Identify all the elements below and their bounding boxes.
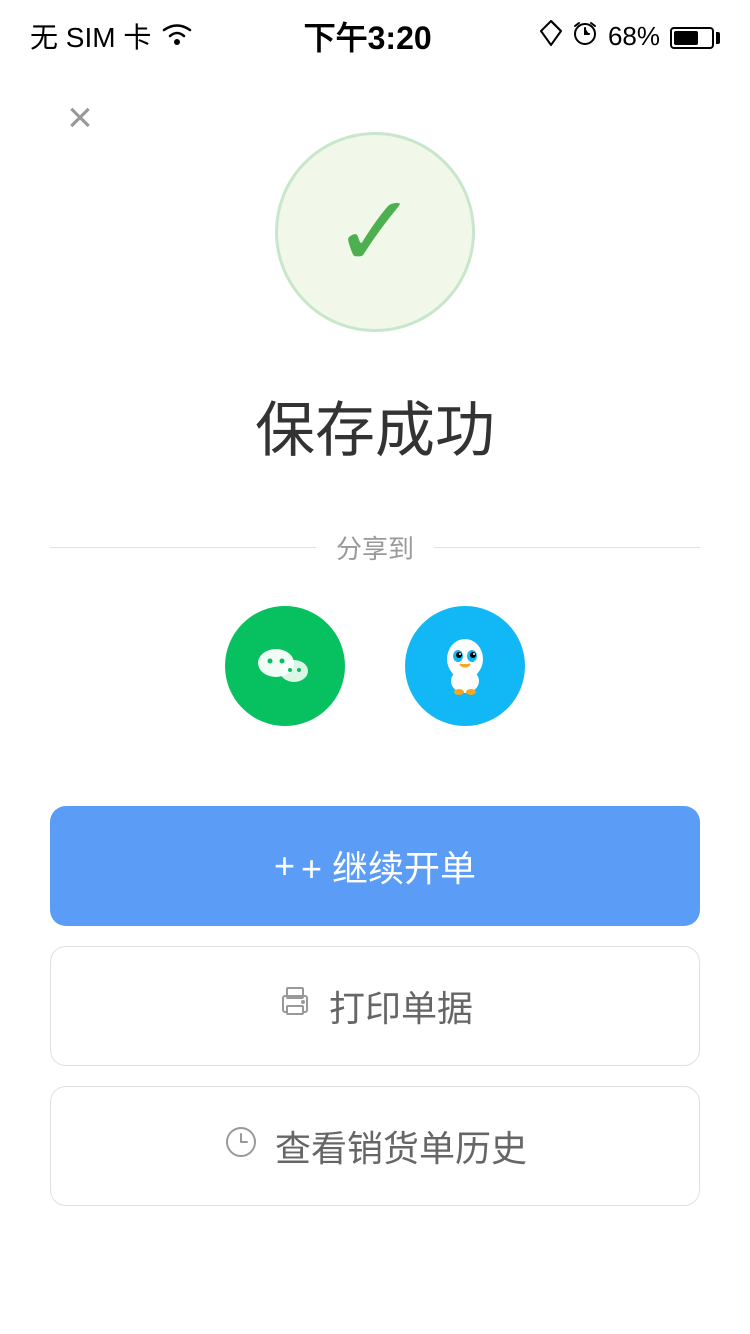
wechat-share-button[interactable] [225,606,345,726]
actions-section: + + 继续开单 打印单据 查看销货单历 [0,806,750,1206]
history-label: 查看销货单历史 [275,1120,527,1172]
wifi-icon [159,20,195,53]
close-icon: × [67,96,93,140]
continue-button[interactable]: + + 继续开单 [50,806,700,926]
history-button[interactable]: 查看销货单历史 [50,1086,700,1206]
status-right: 68% [540,20,720,53]
share-section: 分享到 [0,529,750,726]
divider-row: 分享到 [50,529,700,566]
divider-line-right [434,547,700,548]
share-icons-row [50,606,700,726]
history-icon [223,1124,259,1169]
status-time: 下午3:20 [304,13,432,59]
plus-icon: + [274,845,295,887]
alarm-icon [572,20,598,53]
divider-line-left [50,547,316,548]
success-title: 保存成功 [255,382,495,469]
success-circle: ✓ [275,132,475,332]
share-label: 分享到 [336,529,414,566]
printer-icon [277,984,313,1029]
status-bar: 无 SIM 卡 下午3:20 68% [0,0,750,72]
close-button[interactable]: × [50,88,110,148]
status-left: 无 SIM 卡 [30,16,195,56]
qq-share-button[interactable] [405,606,525,726]
location-icon [540,20,562,53]
continue-label: + 继续开单 [301,840,476,892]
print-button[interactable]: 打印单据 [50,946,700,1066]
main-content: ✓ 保存成功 分享到 [0,72,750,1206]
battery-percent: 68% [608,21,660,52]
battery-icon [670,21,720,52]
print-label: 打印单据 [329,980,473,1032]
checkmark-icon: ✓ [333,182,417,282]
no-sim-text: 无 SIM 卡 [30,16,151,56]
